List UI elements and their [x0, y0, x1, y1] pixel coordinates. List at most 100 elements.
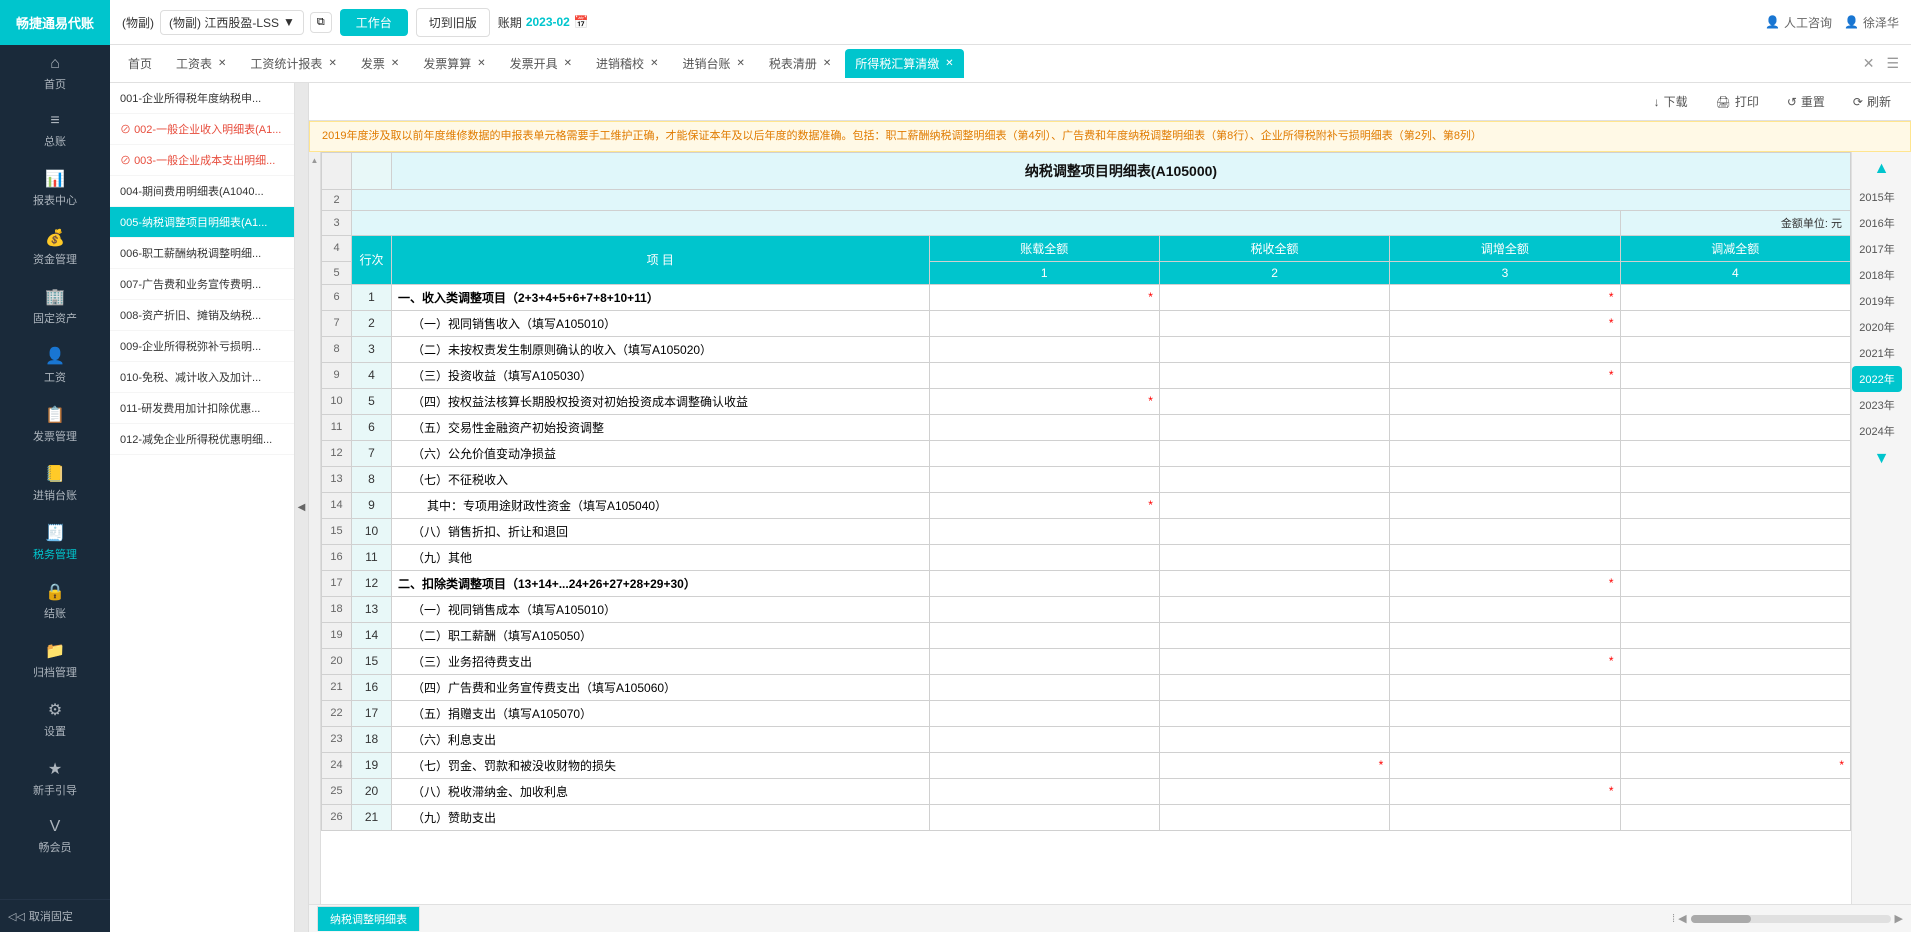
data-cell-row26-col1[interactable]	[929, 804, 1159, 830]
data-cell-row10-col3[interactable]	[1390, 388, 1620, 414]
data-cell-row20-col4[interactable]	[1620, 648, 1850, 674]
sidebar-item-payroll[interactable]: 👤 工资	[0, 336, 110, 395]
left-panel-item-11[interactable]: 011-研发费用加计扣除优惠...	[110, 393, 294, 424]
data-cell-row21-col2[interactable]	[1159, 674, 1389, 700]
data-cell-row15-col1[interactable]	[929, 518, 1159, 544]
tab-income-tax[interactable]: 所得税汇算清缴 ✕	[845, 49, 963, 78]
year-button[interactable]: 2024年	[1852, 418, 1902, 444]
left-panel-item-7[interactable]: 007-广告费和业务宣传费明...	[110, 269, 294, 300]
data-cell-row20-col1[interactable]	[929, 648, 1159, 674]
year-button[interactable]: 2015年	[1852, 184, 1902, 210]
year-nav-down[interactable]: ▼	[1870, 446, 1894, 472]
tab-payroll[interactable]: 工资表 ✕	[166, 49, 236, 78]
user-service-button[interactable]: 👤 人工咨询	[1765, 14, 1832, 31]
data-cell-row20-col3[interactable]: *	[1390, 648, 1620, 674]
data-cell-row12-col2[interactable]	[1159, 440, 1389, 466]
tab-tax-clear[interactable]: 税表清册 ✕	[759, 49, 841, 78]
year-button[interactable]: 2018年	[1852, 262, 1902, 288]
tab-close-icon[interactable]: ✕	[564, 58, 572, 69]
data-cell-row8-col2[interactable]	[1159, 336, 1389, 362]
data-cell-row12-col3[interactable]	[1390, 440, 1620, 466]
data-cell-row22-col4[interactable]	[1620, 700, 1850, 726]
data-cell-row18-col3[interactable]	[1390, 596, 1620, 622]
sidebar-item-settings[interactable]: ⚙ 设置	[0, 690, 110, 749]
print-button[interactable]: 🖨 打印	[1708, 89, 1767, 114]
data-cell-row24-col4[interactable]: *	[1620, 752, 1850, 778]
calendar-icon[interactable]: 📅	[574, 15, 589, 29]
left-panel-item-6[interactable]: 006-职工薪酬纳税调整明细...	[110, 238, 294, 269]
horizontal-scrollbar[interactable]	[1691, 915, 1891, 923]
data-cell-row17-col2[interactable]	[1159, 570, 1389, 596]
data-cell-row13-col3[interactable]	[1390, 466, 1620, 492]
left-panel-item-8[interactable]: 008-资产折旧、摊销及纳税...	[110, 300, 294, 331]
data-cell-row9-col1[interactable]	[929, 362, 1159, 388]
data-cell-row16-col3[interactable]	[1390, 544, 1620, 570]
reset-button[interactable]: ↺ 重置	[1779, 89, 1833, 114]
data-cell-row25-col3[interactable]: *	[1390, 778, 1620, 804]
data-cell-row16-col2[interactable]	[1159, 544, 1389, 570]
data-cell-row25-col4[interactable]	[1620, 778, 1850, 804]
user-avatar[interactable]: 👤 徐泽华	[1844, 14, 1899, 31]
data-cell-row10-col4[interactable]	[1620, 388, 1850, 414]
sidebar-item-asset-mgmt[interactable]: 💰 资金管理	[0, 218, 110, 277]
data-cell-row6-col1[interactable]: *	[929, 284, 1159, 310]
tab-close-icon[interactable]: ✕	[391, 58, 399, 69]
sidebar-item-home[interactable]: ⌂ 首页	[0, 45, 110, 102]
left-panel-item-2[interactable]: ⊘ 002-一般企业收入明细表(A1...	[110, 114, 294, 145]
year-button[interactable]: 2020年	[1852, 314, 1902, 340]
data-cell-row11-col1[interactable]	[929, 414, 1159, 440]
data-cell-row26-col3[interactable]	[1390, 804, 1620, 830]
bottom-tab-main[interactable]: 纳税调整明细表	[317, 906, 420, 931]
data-cell-row20-col2[interactable]	[1159, 648, 1389, 674]
data-cell-row13-col2[interactable]	[1159, 466, 1389, 492]
tab-invoice-open[interactable]: 发票开具 ✕	[500, 49, 582, 78]
data-cell-row18-col1[interactable]	[929, 596, 1159, 622]
data-cell-row23-col3[interactable]	[1390, 726, 1620, 752]
data-cell-row9-col4[interactable]	[1620, 362, 1850, 388]
data-cell-row13-col4[interactable]	[1620, 466, 1850, 492]
data-cell-row24-col1[interactable]	[929, 752, 1159, 778]
sidebar-item-tax-mgmt[interactable]: 🧾 税务管理	[0, 513, 110, 572]
data-cell-row11-col3[interactable]	[1390, 414, 1620, 440]
sidebar-item-general-ledger[interactable]: ≡ 总账	[0, 102, 110, 159]
tab-close-icon[interactable]: ✕	[736, 58, 744, 69]
data-cell-row23-col1[interactable]	[929, 726, 1159, 752]
data-cell-row10-col2[interactable]	[1159, 388, 1389, 414]
data-cell-row25-col1[interactable]	[929, 778, 1159, 804]
data-cell-row15-col4[interactable]	[1620, 518, 1850, 544]
tab-close-icon[interactable]: ✕	[945, 58, 953, 69]
data-cell-row6-col2[interactable]	[1159, 284, 1389, 310]
data-cell-row18-col2[interactable]	[1159, 596, 1389, 622]
data-cell-row16-col4[interactable]	[1620, 544, 1850, 570]
tab-home[interactable]: 首页	[118, 49, 162, 78]
year-button[interactable]: 2016年	[1852, 210, 1902, 236]
copy-button[interactable]: ⧉	[310, 12, 332, 33]
data-cell-row6-col4[interactable]	[1620, 284, 1850, 310]
data-cell-row18-col4[interactable]	[1620, 596, 1850, 622]
spreadsheet-container[interactable]: 纳税调整项目明细表(A105000) 2 3 金额单位: 元	[321, 152, 1851, 905]
tab-close-icon[interactable]: ✕	[823, 58, 831, 69]
year-button[interactable]: 2023年	[1852, 392, 1902, 418]
tab-invoice-calc[interactable]: 发票算算 ✕	[413, 49, 495, 78]
data-cell-row12-col4[interactable]	[1620, 440, 1850, 466]
sidebar-item-fixed-assets[interactable]: 🏢 固定资产	[0, 277, 110, 336]
tab-invoice[interactable]: 发票 ✕	[351, 49, 409, 78]
scroll-up-icon[interactable]: ▲	[311, 156, 319, 165]
data-cell-row23-col4[interactable]	[1620, 726, 1850, 752]
tab-input-check[interactable]: 进销稽校 ✕	[586, 49, 668, 78]
data-cell-row22-col2[interactable]	[1159, 700, 1389, 726]
tab-input-ledger[interactable]: 进销台账 ✕	[672, 49, 754, 78]
left-panel-item-9[interactable]: 009-企业所得税弥补亏损明...	[110, 331, 294, 362]
data-cell-row19-col3[interactable]	[1390, 622, 1620, 648]
year-nav-up[interactable]: ▲	[1870, 156, 1894, 182]
left-panel-item-1[interactable]: 001-企业所得税年度纳税申...	[110, 83, 294, 114]
close-all-tabs-button[interactable]: ✕	[1859, 53, 1879, 74]
tab-payroll-stats[interactable]: 工资统计报表 ✕	[240, 49, 346, 78]
sidebar-item-invoice-mgmt[interactable]: 📋 发票管理	[0, 395, 110, 454]
data-cell-row14-col1[interactable]: *	[929, 492, 1159, 518]
data-cell-row24-col2[interactable]: *	[1159, 752, 1389, 778]
data-cell-row6-col3[interactable]: *	[1390, 284, 1620, 310]
old-version-button[interactable]: 切到旧版	[416, 8, 490, 37]
data-cell-row26-col4[interactable]	[1620, 804, 1850, 830]
data-cell-row14-col3[interactable]	[1390, 492, 1620, 518]
